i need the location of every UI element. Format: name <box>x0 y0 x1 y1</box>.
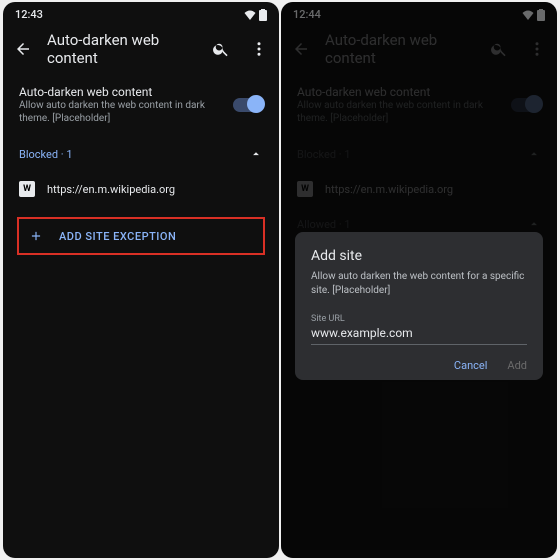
site-favicon: W <box>19 181 35 197</box>
status-bar: 12:43 <box>3 2 279 23</box>
setting-title: Auto-darken web content <box>19 85 223 99</box>
app-bar: Auto-darken web content <box>3 23 279 75</box>
cancel-button[interactable]: Cancel <box>454 359 487 372</box>
site-url-label: Site URL <box>311 314 527 324</box>
site-item[interactable]: W https://en.m.wikipedia.org <box>3 173 279 205</box>
site-url: https://en.m.wikipedia.org <box>47 183 175 196</box>
plus-icon <box>29 229 43 243</box>
add-button[interactable]: Add <box>507 359 527 372</box>
page-title: Auto-darken web content <box>47 31 197 67</box>
blocked-category[interactable]: Blocked · 1 <box>3 135 279 173</box>
blocked-label: Blocked · 1 <box>19 148 73 161</box>
chevron-up-icon <box>249 147 263 161</box>
overflow-button[interactable] <box>245 35 273 63</box>
add-site-label: ADD SITE EXCEPTION <box>59 230 176 243</box>
back-button[interactable] <box>9 35 37 63</box>
dialog-title: Add site <box>311 248 527 264</box>
back-arrow-icon <box>14 40 32 58</box>
phone-right: 12:44 Auto-darken web content <box>281 2 557 558</box>
phone-left: 12:43 Auto-darken web content Auto-darke… <box>3 2 279 558</box>
wifi-icon <box>244 10 256 20</box>
site-url-input[interactable]: www.example.com <box>311 326 527 345</box>
search-button[interactable] <box>207 35 235 63</box>
more-vert-icon <box>250 40 268 58</box>
clock: 12:43 <box>15 8 43 21</box>
setting-subtitle: Allow auto darken the web content in dar… <box>19 99 223 125</box>
add-site-exception-button[interactable]: ADD SITE EXCEPTION <box>17 217 265 255</box>
status-icons <box>244 9 267 21</box>
master-toggle-row[interactable]: Auto-darken web content Allow auto darke… <box>3 75 279 135</box>
master-switch[interactable] <box>233 98 263 112</box>
add-site-dialog: Add site Allow auto darken the web conte… <box>295 232 543 380</box>
dialog-actions: Cancel Add <box>311 359 527 372</box>
dialog-subtitle: Allow auto darken the web content for a … <box>311 270 527 298</box>
battery-icon <box>259 9 267 21</box>
search-icon <box>212 40 230 58</box>
